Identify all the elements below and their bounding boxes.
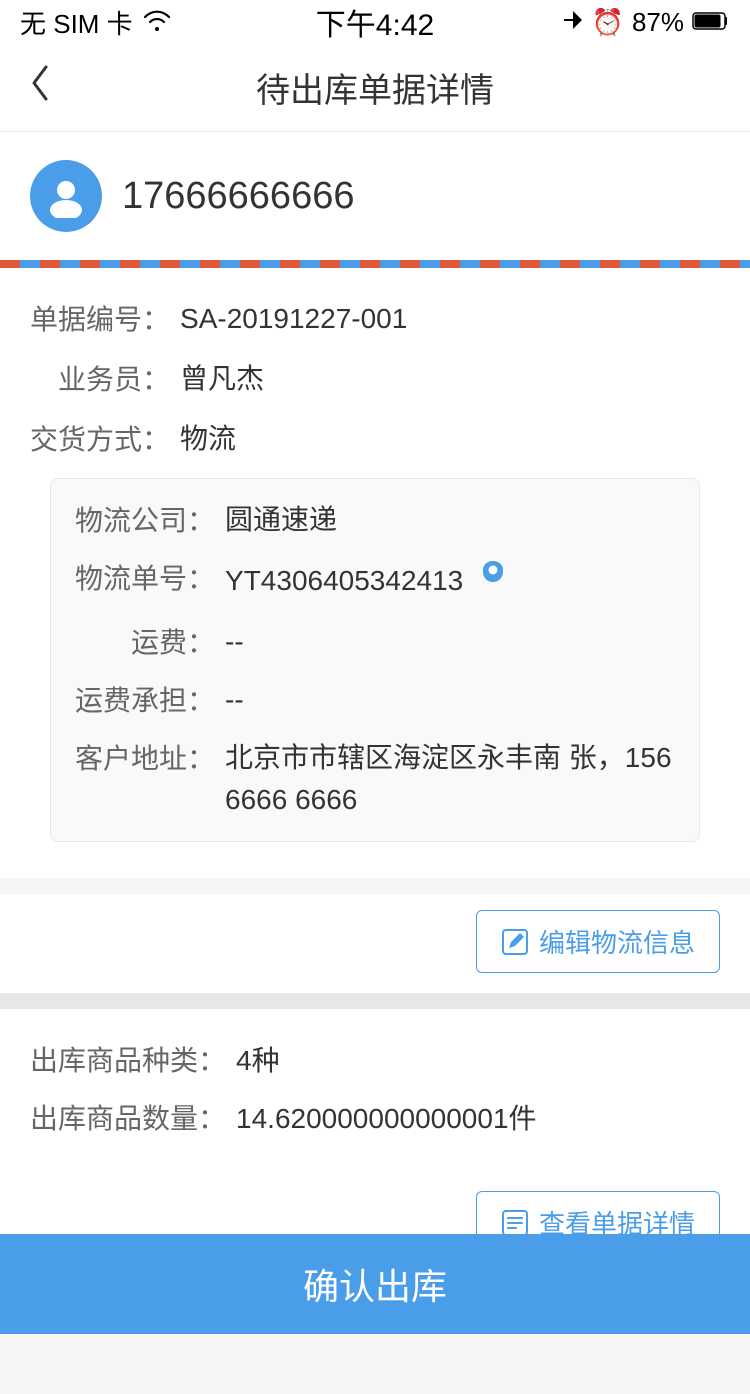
logistics-card: 物流公司： 圆通速递 物流单号： YT4306405342413 xyxy=(50,478,700,842)
order-info-section: 单据编号： SA-20191227-001 业务员： 曾凡杰 交货方式： 物流 … xyxy=(0,268,750,878)
goods-types-label: 出库商品种类： xyxy=(30,1039,226,1079)
goods-types-value: 4种 xyxy=(226,1039,720,1079)
freight-bear-label: 运费承担： xyxy=(75,679,215,719)
back-button[interactable] xyxy=(28,63,52,112)
location-pin-icon[interactable] xyxy=(475,557,511,605)
logistics-company-value: 圆通速递 xyxy=(215,499,675,541)
status-left: 无 SIM 卡 xyxy=(20,4,171,41)
confirm-outbound-button[interactable]: 确认出库 xyxy=(0,1234,750,1334)
address-value: 北京市市辖区海淀区永丰南 张，156 6666 6666 xyxy=(215,737,675,821)
battery-icon xyxy=(692,7,730,38)
order-number-value: SA-20191227-001 xyxy=(170,298,720,340)
battery-percent: 87% xyxy=(632,7,684,38)
staff-row: 业务员： 曾凡杰 xyxy=(30,358,720,400)
logistics-company-label: 物流公司： xyxy=(75,499,215,539)
staff-value: 曾凡杰 xyxy=(170,358,720,400)
edit-logistics-label: 编辑物流信息 xyxy=(539,923,695,960)
goods-types-row: 出库商品种类： 4种 xyxy=(30,1039,720,1079)
location-status-icon xyxy=(562,7,584,38)
avatar xyxy=(30,160,102,232)
wifi-icon xyxy=(143,7,171,38)
logistics-tracking-value-wrap: YT4306405342413 xyxy=(215,557,675,605)
freight-row: 运费： -- xyxy=(75,621,675,663)
order-number-label: 单据编号： xyxy=(30,298,170,338)
address-label: 客户地址： xyxy=(75,737,215,777)
goods-quantity-value: 14.620000000000001件 xyxy=(226,1097,720,1137)
delivery-value: 物流 xyxy=(170,418,720,460)
freight-label: 运费： xyxy=(75,621,215,661)
delivery-row: 交货方式： 物流 xyxy=(30,418,720,460)
status-time: 下午4:42 xyxy=(316,0,434,44)
logistics-tracking-value: YT4306405342413 xyxy=(225,560,463,602)
alarm-icon: ⏰ xyxy=(592,7,624,38)
logistics-tracking-label: 物流单号： xyxy=(75,557,215,597)
nav-bar: 待出库单据详情 xyxy=(0,44,750,132)
staff-label: 业务员： xyxy=(30,358,170,398)
freight-value: -- xyxy=(215,621,675,663)
address-row: 客户地址： 北京市市辖区海淀区永丰南 张，156 6666 6666 xyxy=(75,737,675,821)
section-separator xyxy=(0,993,750,1009)
logistics-company-row: 物流公司： 圆通速递 xyxy=(75,499,675,541)
order-number-row: 单据编号： SA-20191227-001 xyxy=(30,298,720,340)
customer-card: 17666666666 xyxy=(0,132,750,260)
goods-section: 出库商品种类： 4种 出库商品数量： 14.620000000000001件 xyxy=(0,1009,750,1175)
page-title: 待出库单据详情 xyxy=(256,63,494,112)
edit-btn-row: 编辑物流信息 xyxy=(0,894,750,993)
main-content: 17666666666 单据编号： SA-20191227-001 业务员： 曾… xyxy=(0,132,750,1394)
freight-bear-value: -- xyxy=(215,679,675,721)
status-right: ⏰ 87% xyxy=(562,7,730,38)
delivery-label: 交货方式： xyxy=(30,418,170,458)
carrier-label: 无 SIM 卡 xyxy=(20,4,133,41)
logistics-tracking-row: 物流单号： YT4306405342413 xyxy=(75,557,675,605)
status-bar: 无 SIM 卡 下午4:42 ⏰ 87% xyxy=(0,0,750,44)
goods-quantity-row: 出库商品数量： 14.620000000000001件 xyxy=(30,1097,720,1137)
customer-phone: 17666666666 xyxy=(122,175,354,218)
confirm-btn-label: 确认出库 xyxy=(303,1258,447,1310)
edit-logistics-button[interactable]: 编辑物流信息 xyxy=(476,910,720,973)
goods-quantity-label: 出库商品数量： xyxy=(30,1097,226,1137)
dashed-divider xyxy=(0,260,750,268)
freight-bear-row: 运费承担： -- xyxy=(75,679,675,721)
